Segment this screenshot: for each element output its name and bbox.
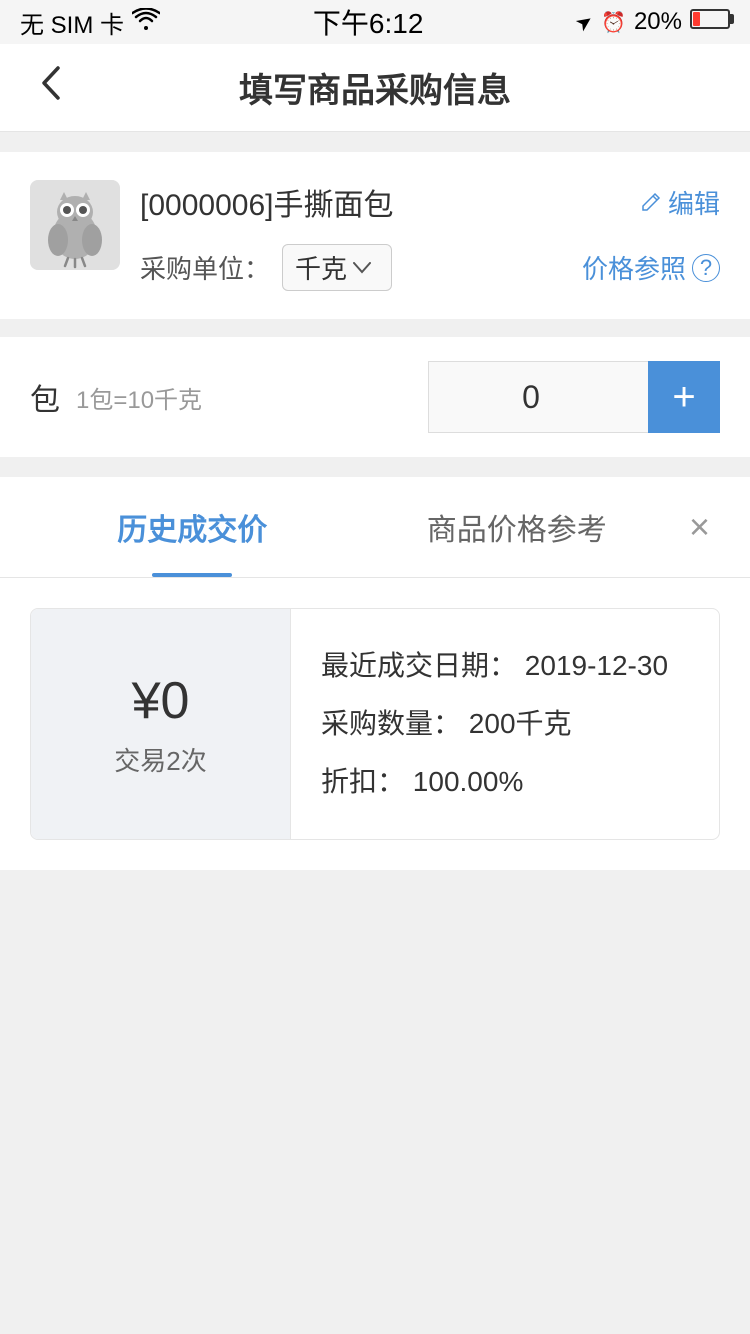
nav-bar: 填写商品采购信息 (0, 44, 750, 132)
quantity-unit-equiv: 1包=10千克 (76, 380, 202, 415)
tab-underline (152, 573, 232, 577)
unit-select[interactable]: 千克 (282, 244, 392, 291)
purchase-quantity-value: 200千克 (469, 708, 572, 739)
chevron-down-icon (353, 262, 371, 274)
quantity-unit-main: 包 (30, 375, 60, 419)
quantity-plus-button[interactable]: + (648, 361, 720, 433)
tab-history-label: 历史成交价 (117, 514, 267, 547)
back-button[interactable] (30, 54, 72, 121)
quantity-label-group: 包 1包=10千克 (30, 375, 202, 419)
separator-1 (0, 319, 750, 335)
quantity-section: 包 1包=10千克 + (0, 337, 750, 457)
product-info: [0000006]手撕面包 编辑 采购单位： 千克 (140, 180, 720, 291)
product-unit-row: 采购单位： 千克 价格参照 ? (140, 244, 720, 291)
purchase-quantity-label: 采购数量： (321, 708, 461, 739)
edit-button[interactable]: 编辑 (640, 184, 720, 221)
history-card: ¥0 交易2次 最近成交日期： 2019-12-30 采购数量： 200千克 折… (30, 608, 720, 840)
tab-product-price[interactable]: 商品价格参考 (354, 477, 678, 577)
recent-date-value: 2019-12-30 (525, 650, 668, 681)
unit-label: 采购单位： (140, 249, 270, 286)
product-name: [0000006]手撕面包 (140, 180, 393, 224)
edit-label: 编辑 (668, 184, 720, 221)
tab-product-label: 商品价格参考 (427, 514, 607, 547)
product-logo (30, 180, 120, 270)
history-card-right: 最近成交日期： 2019-12-30 采购数量： 200千克 折扣： 100.0… (291, 609, 719, 839)
quantity-input-group: + (428, 361, 720, 433)
price-reference-button[interactable]: 价格参照 ? (582, 249, 720, 286)
price-ref-label: 价格参照 (582, 249, 686, 286)
history-card-left: ¥0 交易2次 (31, 609, 291, 839)
purchase-quantity-row: 采购数量： 200千克 (321, 703, 689, 745)
wifi-icon (132, 8, 160, 37)
location-icon: ➤ (571, 7, 599, 37)
history-trade-count: 交易2次 (114, 741, 206, 778)
alarm-icon: ⏰ (601, 10, 626, 35)
recent-date-row: 最近成交日期： 2019-12-30 (321, 645, 689, 687)
help-icon: ? (692, 254, 720, 282)
tab-section: 历史成交价 商品价格参考 × ¥0 交易2次 最近成交日期： 2019-12-3… (0, 477, 750, 870)
status-bar: 无 SIM 卡 下午6:12 ➤ ⏰ 20% (0, 0, 750, 44)
no-sim-text: 无 SIM 卡 (20, 5, 124, 40)
product-card: [0000006]手撕面包 编辑 采购单位： 千克 (0, 152, 750, 319)
product-title-row: [0000006]手撕面包 编辑 (140, 180, 720, 224)
product-header: [0000006]手撕面包 编辑 采购单位： 千克 (30, 180, 720, 291)
history-content: ¥0 交易2次 最近成交日期： 2019-12-30 采购数量： 200千克 折… (0, 578, 750, 870)
battery-percentage: 20% (634, 8, 682, 36)
tab-close-button[interactable]: × (679, 496, 720, 558)
quantity-input[interactable] (428, 361, 648, 433)
unit-value: 千克 (295, 249, 347, 286)
status-bar-right: ➤ ⏰ 20% (576, 8, 730, 36)
discount-label: 折扣： (321, 766, 405, 797)
status-bar-time: 下午6:12 (313, 2, 424, 42)
unit-selector-group: 采购单位： 千克 (140, 244, 392, 291)
history-price: ¥0 (132, 671, 190, 731)
tab-history-price[interactable]: 历史成交价 (30, 477, 354, 577)
recent-date-label: 最近成交日期： (321, 650, 517, 681)
battery-icon (690, 8, 730, 36)
tab-header: 历史成交价 商品价格参考 × (0, 477, 750, 578)
page-title: 填写商品采购信息 (239, 63, 511, 112)
discount-value: 100.00% (413, 766, 524, 797)
discount-row: 折扣： 100.00% (321, 761, 689, 803)
status-bar-left: 无 SIM 卡 (20, 5, 160, 40)
